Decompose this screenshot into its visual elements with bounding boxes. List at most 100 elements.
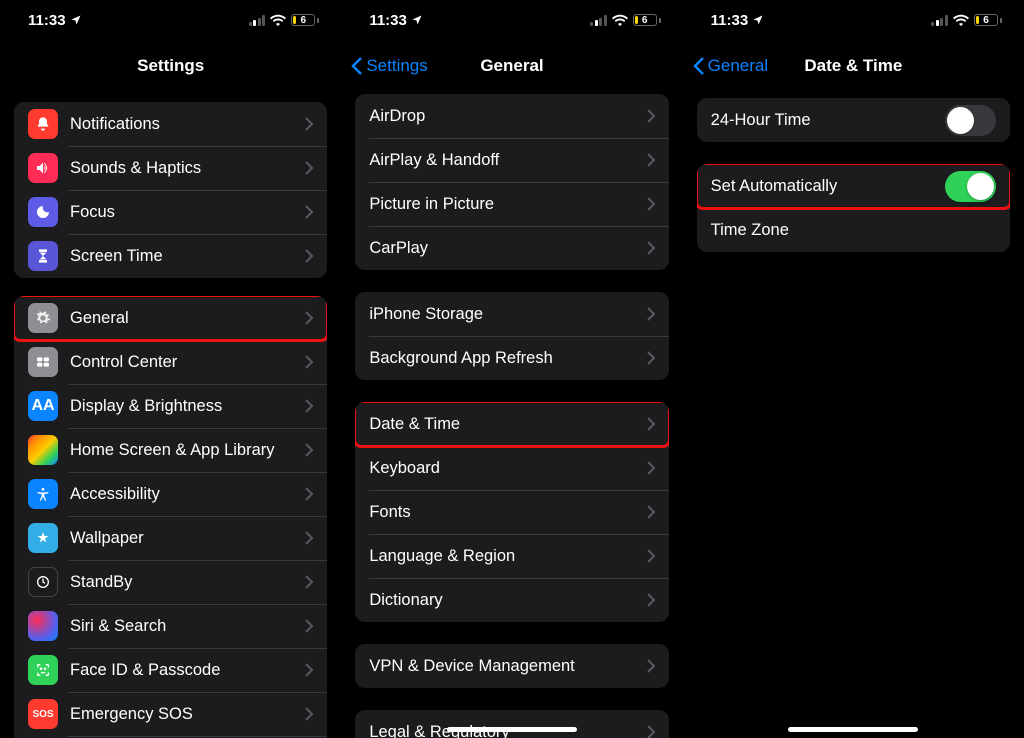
chevron-right-icon (647, 549, 655, 563)
screen-time-icon (28, 241, 58, 271)
general-group-1: AirDrop AirPlay & Handoff Picture in Pic… (355, 94, 668, 270)
row-airdrop[interactable]: AirDrop (355, 94, 668, 138)
row-standby[interactable]: StandBy (14, 560, 327, 604)
general-screen: 11:33 6 Settings General AirDrop AirPlay… (341, 0, 682, 738)
battery-icon: 6 (633, 14, 661, 26)
chevron-right-icon (305, 531, 313, 545)
focus-icon (28, 197, 58, 227)
chevron-right-icon (647, 659, 655, 673)
row-language-region[interactable]: Language & Region (355, 534, 668, 578)
battery-icon: 6 (974, 14, 1002, 26)
chevron-right-icon (305, 249, 313, 263)
row-set-automatically[interactable]: Set Automatically (697, 164, 1010, 208)
row-faceid-passcode[interactable]: Face ID & Passcode (14, 648, 327, 692)
cellular-signal-icon (249, 15, 266, 26)
chevron-right-icon (647, 153, 655, 167)
row-picture-in-picture[interactable]: Picture in Picture (355, 182, 668, 226)
row-notifications[interactable]: Notifications (14, 102, 327, 146)
row-label: StandBy (70, 573, 305, 592)
chevron-right-icon (305, 355, 313, 369)
row-label: Siri & Search (70, 617, 305, 636)
chevron-right-icon (647, 197, 655, 211)
accessibility-icon (28, 479, 58, 509)
general-group-2: iPhone Storage Background App Refresh (355, 292, 668, 380)
home-indicator[interactable] (788, 727, 918, 732)
navbar: Settings General (341, 44, 682, 88)
row-label: Control Center (70, 353, 305, 372)
settings-group-2: General Control Center AA Display & Brig… (14, 296, 327, 738)
row-display-brightness[interactable]: AA Display & Brightness (14, 384, 327, 428)
chevron-right-icon (305, 663, 313, 677)
row-time-zone[interactable]: Time Zone (697, 208, 1010, 252)
chevron-right-icon (647, 109, 655, 123)
battery-icon: 6 (291, 14, 319, 26)
row-carplay[interactable]: CarPlay (355, 226, 668, 270)
row-accessibility[interactable]: Accessibility (14, 472, 327, 516)
datetime-group-1: 24-Hour Time (697, 98, 1010, 142)
general-group-5: Legal & Regulatory (355, 710, 668, 738)
chevron-right-icon (305, 619, 313, 633)
row-24-hour-time[interactable]: 24-Hour Time (697, 98, 1010, 142)
row-label: General (70, 309, 305, 328)
row-label: Emergency SOS (70, 705, 305, 724)
row-screen-time[interactable]: Screen Time (14, 234, 327, 278)
row-label: Face ID & Passcode (70, 661, 305, 680)
row-emergency-sos[interactable]: SOS Emergency SOS (14, 692, 327, 736)
row-label: Screen Time (70, 247, 305, 266)
chevron-right-icon (647, 417, 655, 431)
row-background-app-refresh[interactable]: Background App Refresh (355, 336, 668, 380)
row-keyboard[interactable]: Keyboard (355, 446, 668, 490)
back-label: Settings (366, 56, 427, 76)
row-wallpaper[interactable]: Wallpaper (14, 516, 327, 560)
display-icon: AA (28, 391, 58, 421)
row-sounds-haptics[interactable]: Sounds & Haptics (14, 146, 327, 190)
home-screen-icon (28, 435, 58, 465)
toggle-set-automatically[interactable] (945, 171, 996, 202)
navbar: Settings (0, 44, 341, 88)
chevron-right-icon (305, 487, 313, 501)
back-label: General (708, 56, 768, 76)
row-label: Home Screen & App Library (70, 441, 305, 460)
sounds-icon (28, 153, 58, 183)
general-group-4: VPN & Device Management (355, 644, 668, 688)
settings-screen: 11:33 6 Settings Notifications (0, 0, 341, 738)
row-label: Wallpaper (70, 529, 305, 548)
back-button[interactable]: General (693, 44, 768, 88)
wifi-icon (270, 14, 286, 26)
row-fonts[interactable]: Fonts (355, 490, 668, 534)
row-legal-regulatory[interactable]: Legal & Regulatory (355, 710, 668, 738)
chevron-right-icon (305, 707, 313, 721)
back-button[interactable]: Settings (351, 44, 427, 88)
status-bar: 11:33 6 (341, 0, 682, 40)
chevron-right-icon (647, 505, 655, 519)
row-general[interactable]: General (14, 296, 327, 340)
row-iphone-storage[interactable]: iPhone Storage (355, 292, 668, 336)
wifi-icon (612, 14, 628, 26)
row-airplay-handoff[interactable]: AirPlay & Handoff (355, 138, 668, 182)
row-focus[interactable]: Focus (14, 190, 327, 234)
wallpaper-icon (28, 523, 58, 553)
status-time: 11:33 (711, 12, 749, 29)
row-label: Focus (70, 203, 305, 222)
location-icon (70, 14, 82, 26)
row-dictionary[interactable]: Dictionary (355, 578, 668, 622)
row-siri-search[interactable]: Siri & Search (14, 604, 327, 648)
status-time: 11:33 (28, 12, 66, 29)
toggle-24-hour[interactable] (945, 105, 996, 136)
chevron-right-icon (305, 117, 313, 131)
control-center-icon (28, 347, 58, 377)
location-icon (411, 14, 423, 26)
faceid-icon (28, 655, 58, 685)
home-indicator[interactable] (447, 727, 577, 732)
chevron-right-icon (647, 593, 655, 607)
status-bar: 11:33 6 (0, 0, 341, 40)
cellular-signal-icon (931, 15, 948, 26)
chevron-right-icon (647, 307, 655, 321)
row-label: Display & Brightness (70, 397, 305, 416)
row-home-screen[interactable]: Home Screen & App Library (14, 428, 327, 472)
row-control-center[interactable]: Control Center (14, 340, 327, 384)
row-vpn-device-management[interactable]: VPN & Device Management (355, 644, 668, 688)
row-date-time[interactable]: Date & Time (355, 402, 668, 446)
chevron-right-icon (305, 205, 313, 219)
chevron-right-icon (647, 461, 655, 475)
